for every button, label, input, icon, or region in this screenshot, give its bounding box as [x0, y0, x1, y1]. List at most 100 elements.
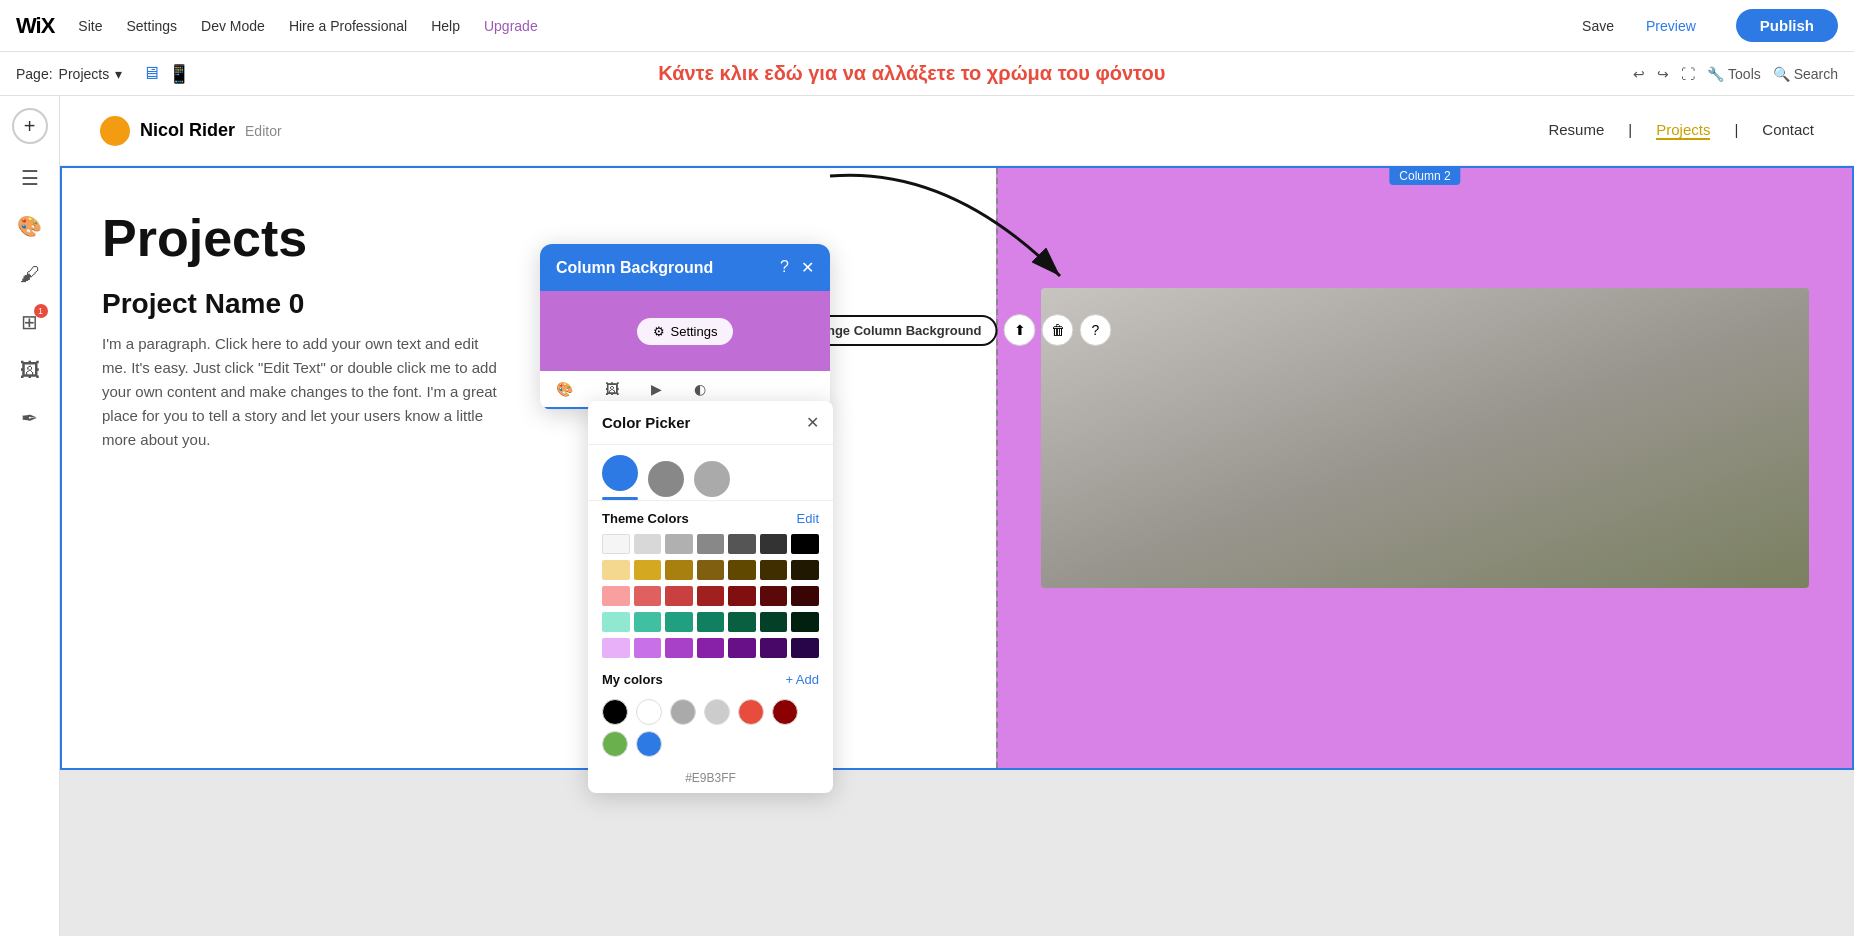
nav-help[interactable]: Help: [431, 18, 460, 34]
my-color-green[interactable]: [602, 731, 628, 757]
swatch[interactable]: [760, 586, 788, 606]
zoom-button[interactable]: ⛶: [1681, 66, 1695, 82]
swatch[interactable]: [728, 534, 756, 554]
cp-close-icon[interactable]: ✕: [806, 413, 819, 432]
cp-theme-section: Theme Colors Edit: [588, 501, 833, 532]
tab-color[interactable]: 🎨: [540, 371, 589, 409]
my-color-red[interactable]: [738, 699, 764, 725]
swatch[interactable]: [791, 586, 819, 606]
page-name: Projects: [59, 66, 110, 82]
page-selector[interactable]: Page: Projects ▾: [16, 66, 122, 82]
sidebar-item-design[interactable]: 🎨: [8, 204, 52, 248]
nav-site[interactable]: Site: [78, 18, 102, 34]
swatch[interactable]: [665, 560, 693, 580]
sidebar-item-apps[interactable]: ⊞ 1: [8, 300, 52, 344]
help-icon[interactable]: ?: [1080, 314, 1112, 346]
swatch[interactable]: [728, 612, 756, 632]
swatch-row-1: [588, 532, 833, 556]
my-color-white[interactable]: [636, 699, 662, 725]
swatch[interactable]: [791, 534, 819, 554]
swatch[interactable]: [634, 612, 662, 632]
nav-contact[interactable]: Contact: [1762, 121, 1814, 140]
swatch-row-5: [588, 636, 833, 660]
swatch[interactable]: [697, 586, 725, 606]
publish-button[interactable]: Publish: [1736, 9, 1838, 42]
nav-projects[interactable]: Projects: [1656, 121, 1710, 140]
add-color-button[interactable]: + Add: [785, 672, 819, 687]
cp-mycolors-section: My colors + Add: [588, 662, 833, 693]
swatch[interactable]: [665, 638, 693, 658]
swatch[interactable]: [760, 638, 788, 658]
swatch[interactable]: [791, 638, 819, 658]
cp-title: Color Picker: [602, 414, 690, 431]
delete-icon[interactable]: 🗑: [1042, 314, 1074, 346]
swatch[interactable]: [634, 638, 662, 658]
swatch[interactable]: [602, 560, 630, 580]
mobile-icon[interactable]: 📱: [168, 63, 190, 85]
my-colors-row2: [588, 731, 833, 763]
swatch[interactable]: [602, 586, 630, 606]
cp-tab-blue[interactable]: [602, 455, 638, 491]
swatch[interactable]: [665, 612, 693, 632]
tools-button[interactable]: 🔧 Tools: [1707, 66, 1760, 82]
nav-upgrade[interactable]: Upgrade: [484, 18, 538, 34]
swatch[interactable]: [728, 586, 756, 606]
nav-devmode[interactable]: Dev Mode: [201, 18, 265, 34]
swatch[interactable]: [665, 534, 693, 554]
nav-hire[interactable]: Hire a Professional: [289, 18, 407, 34]
cp-tab-gray1[interactable]: [648, 461, 684, 497]
swatch[interactable]: [728, 560, 756, 580]
my-color-gray[interactable]: [670, 699, 696, 725]
theme-edit-button[interactable]: Edit: [797, 511, 819, 526]
swatch[interactable]: [760, 560, 788, 580]
undo-button[interactable]: ↩: [1633, 66, 1645, 82]
sidebar-item-paint[interactable]: 🖌: [8, 252, 52, 296]
swatch[interactable]: [697, 534, 725, 554]
col-bg-panel: Column Background ? ✕ ⚙ Settings 🎨 🖼 ▶ ◐: [540, 244, 830, 410]
two-col-layout: Projects Project Name 0 I'm a paragraph.…: [60, 166, 1854, 770]
search-button[interactable]: 🔍 Search: [1773, 66, 1838, 82]
my-color-black[interactable]: [602, 699, 628, 725]
col-left: Projects Project Name 0 I'm a paragraph.…: [62, 168, 996, 768]
swatch[interactable]: [791, 612, 819, 632]
swatch[interactable]: [697, 612, 725, 632]
swatch[interactable]: [760, 534, 788, 554]
swatch[interactable]: [728, 638, 756, 658]
my-color-lightgray[interactable]: [704, 699, 730, 725]
project-text: I'm a paragraph. Click here to add your …: [102, 332, 502, 452]
cp-tab-gray2[interactable]: [694, 461, 730, 497]
nav-resume[interactable]: Resume: [1548, 121, 1604, 140]
swatch[interactable]: [602, 638, 630, 658]
instruction-text: Κάντε κλικ εδώ για να αλλάξετε το χρώμα …: [658, 62, 1165, 84]
redo-button[interactable]: ↪: [1657, 66, 1669, 82]
sidebar-item-vector[interactable]: ✒: [8, 396, 52, 440]
add-elements-button[interactable]: +: [12, 108, 48, 144]
notification-badge: 1: [34, 304, 48, 318]
swatch[interactable]: [634, 534, 662, 554]
swatch[interactable]: [602, 612, 630, 632]
settings-button[interactable]: ⚙ Settings: [637, 318, 734, 345]
swatch[interactable]: [791, 560, 819, 580]
swatch[interactable]: [634, 560, 662, 580]
sidebar-item-pages[interactable]: ☰: [8, 156, 52, 200]
swatch-row-3: [588, 584, 833, 608]
desktop-icon[interactable]: 🖥: [142, 63, 160, 84]
close-panel-icon[interactable]: ✕: [801, 258, 814, 277]
help-panel-icon[interactable]: ?: [780, 258, 789, 277]
my-color-darkred[interactable]: [772, 699, 798, 725]
site-brand: Nicol Rider Editor: [100, 116, 282, 146]
swatch[interactable]: [665, 586, 693, 606]
page-dropdown-icon[interactable]: ▾: [115, 66, 122, 82]
move-up-icon[interactable]: ⬆: [1004, 314, 1036, 346]
nav-settings[interactable]: Settings: [126, 18, 177, 34]
swatch[interactable]: [697, 560, 725, 580]
swatch[interactable]: [697, 638, 725, 658]
col-right[interactable]: Column 2: [996, 168, 1852, 768]
preview-button[interactable]: Preview: [1646, 18, 1696, 34]
swatch[interactable]: [602, 534, 630, 554]
save-button[interactable]: Save: [1582, 18, 1614, 34]
swatch[interactable]: [634, 586, 662, 606]
my-color-blue[interactable]: [636, 731, 662, 757]
sidebar-item-media[interactable]: 🖼: [8, 348, 52, 392]
swatch[interactable]: [760, 612, 788, 632]
